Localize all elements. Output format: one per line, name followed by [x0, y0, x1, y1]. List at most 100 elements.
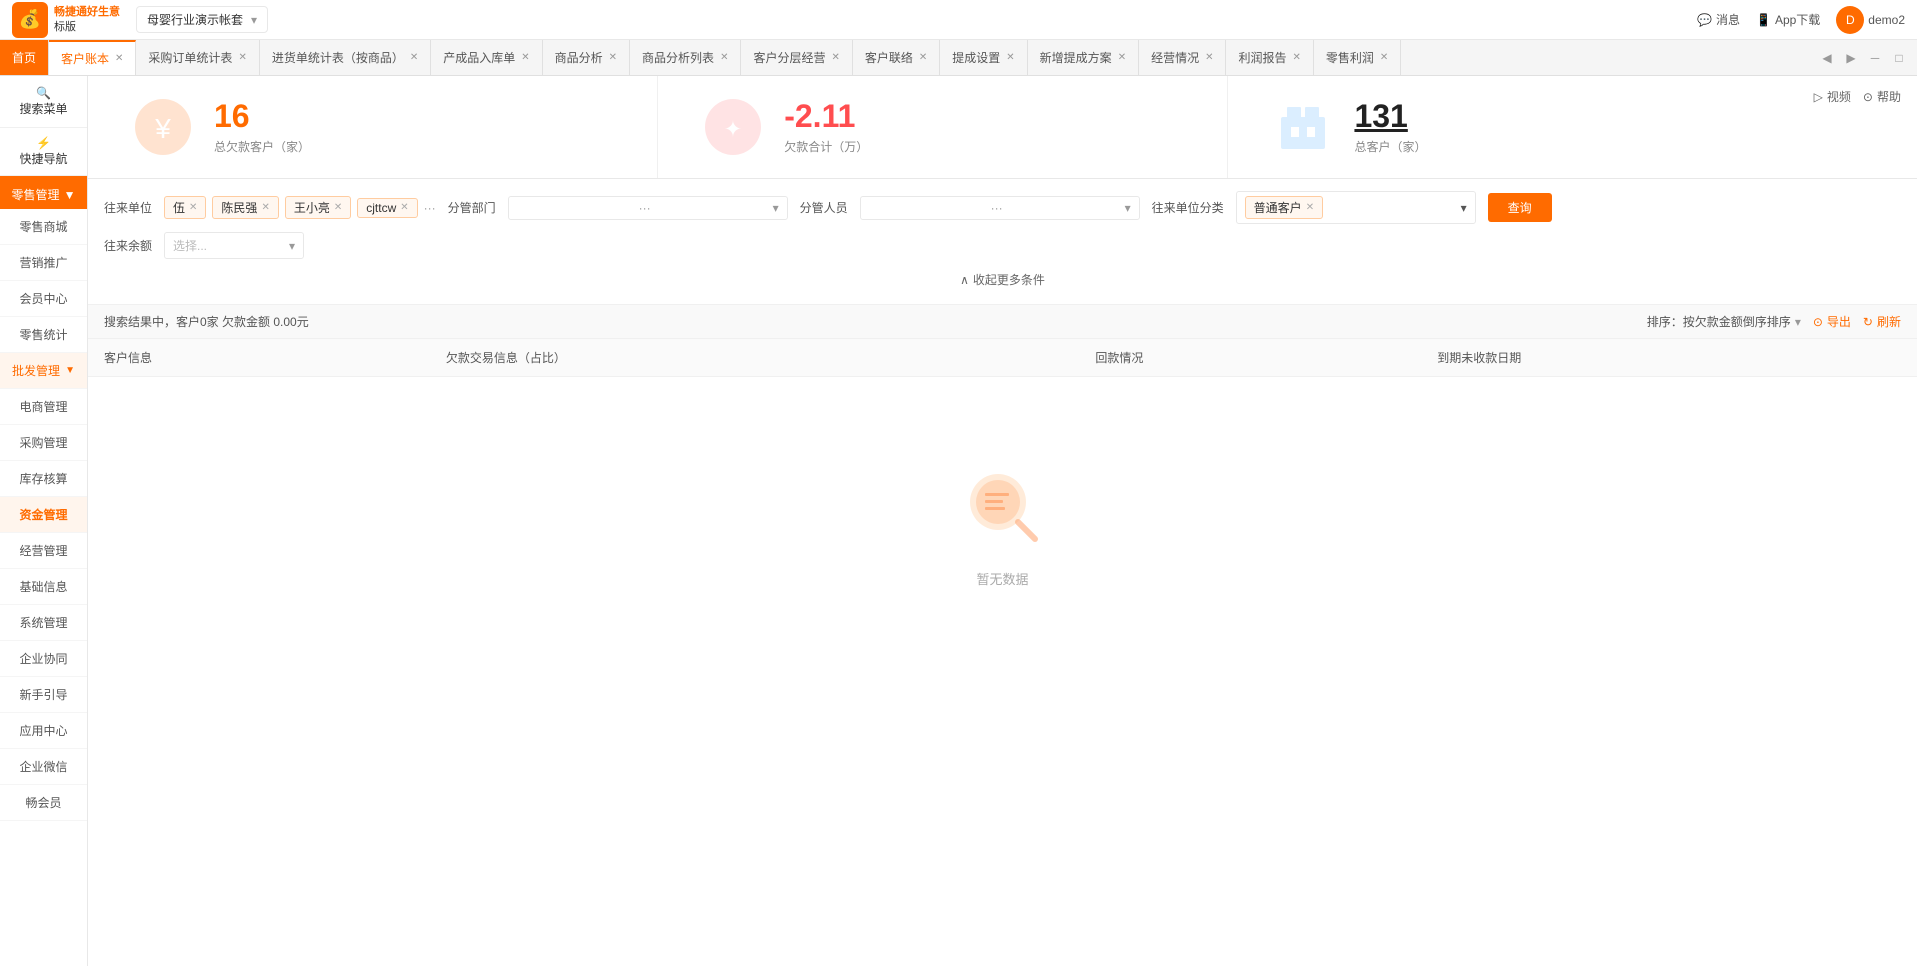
sidebar-item-app-center[interactable]: 应用中心 — [0, 713, 87, 749]
search-menu-button[interactable]: 🔍 搜索菜单 — [0, 76, 87, 128]
refresh-button[interactable]: ↻ 刷新 — [1863, 313, 1901, 330]
sidebar: 🔍 搜索菜单 ⚡ 快捷导航 零售管理 ▼ 零售商城 营销推广 会员 — [0, 76, 88, 966]
data-table: 客户信息 欠款交易信息（占比） 回款情况 到期未收款日期 — [88, 339, 1917, 377]
close-tab-icon[interactable]: ✕ — [115, 53, 123, 64]
sidebar-item-enterprise-wechat[interactable]: 企业微信 — [0, 749, 87, 785]
sidebar-item-member-center[interactable]: 会员中心 — [0, 281, 87, 317]
result-bar: 搜索结果中，客户0家 欠款金额 0.00元 排序：按欠款金额倒序排序 ▾ ⊙ 导… — [88, 305, 1917, 339]
message-icon: 💬 — [1697, 13, 1712, 27]
tab-minimize[interactable]: ─ — [1865, 48, 1885, 68]
sidebar-item-inventory-check[interactable]: 库存核算 — [0, 461, 87, 497]
top-right-actions: ▷ 视频 ⊙ 帮助 — [1798, 76, 1917, 105]
col-repayment: 回款情况 — [1079, 339, 1421, 377]
col-debt-info: 欠款交易信息（占比） — [430, 339, 1080, 377]
tab-scroll-right[interactable]: ▶ — [1841, 48, 1861, 68]
tab-promotion-settings[interactable]: 提成设置 ✕ — [940, 40, 1027, 76]
unit-class-selector[interactable]: 普通客户 ✕ ▾ — [1236, 191, 1476, 224]
stat-units-number: 131 — [1354, 99, 1426, 134]
sidebar-item-purchase-mgmt[interactable]: 采购管理 — [0, 425, 87, 461]
tab-purchase-order-stats[interactable]: 采购订单统计表 ✕ — [136, 40, 259, 76]
remove-tag-chen[interactable]: ✕ — [261, 202, 269, 213]
close-tab-icon[interactable]: ✕ — [1293, 52, 1301, 63]
stat-units-label: 总客户（家） — [1354, 138, 1426, 155]
tab-new-promotion-plan[interactable]: 新增提成方案 ✕ — [1028, 40, 1139, 76]
close-tab-icon[interactable]: ✕ — [720, 52, 728, 63]
tab-customer-tier-ops[interactable]: 客户分层经营 ✕ — [741, 40, 852, 76]
export-icon: ⊙ — [1813, 315, 1823, 329]
tab-customer-account[interactable]: 客户账本 ✕ — [49, 40, 136, 76]
query-button[interactable]: 查询 — [1488, 193, 1552, 222]
filter-tag-wang: 王小亮 ✕ — [285, 196, 351, 219]
remove-tag-wu[interactable]: ✕ — [189, 202, 197, 213]
sort-selector[interactable]: 排序：按欠款金额倒序排序 ▾ — [1647, 313, 1801, 330]
unit-label: 往来单位 — [104, 199, 152, 216]
sidebar-item-marketing-promo[interactable]: 营销推广 — [0, 245, 87, 281]
tab-retail-profit[interactable]: 零售利润 ✕ — [1314, 40, 1401, 76]
remove-tag-cjttcw[interactable]: ✕ — [400, 202, 408, 213]
dept-selector[interactable]: ··· ▾ — [508, 196, 788, 220]
sidebar-item-basic-info[interactable]: 基础信息 — [0, 569, 87, 605]
sidebar-item-vip-member[interactable]: 畅会员 — [0, 785, 87, 821]
video-help-button[interactable]: ▷ 视频 — [1814, 88, 1851, 105]
filter-tag-chen: 陈民强 ✕ — [212, 196, 278, 219]
close-tab-icon[interactable]: ✕ — [1205, 52, 1213, 63]
close-tab-icon[interactable]: ✕ — [410, 52, 418, 63]
sidebar-item-wholesale-mgmt[interactable]: 批发管理 ▼ — [0, 353, 87, 389]
close-tab-icon[interactable]: ✕ — [521, 52, 529, 63]
empty-icon — [953, 457, 1053, 557]
export-button[interactable]: ⊙ 导出 — [1813, 313, 1851, 330]
sidebar-item-retail-mall[interactable]: 零售商城 — [0, 209, 87, 245]
sidebar-item-enterprise-collab[interactable]: 企业协同 — [0, 641, 87, 677]
tab-maximize[interactable]: □ — [1889, 48, 1909, 68]
help-icon: ⊙ — [1863, 90, 1873, 104]
avatar: D — [1836, 6, 1864, 34]
close-tab-icon[interactable]: ✕ — [1118, 52, 1126, 63]
stat-debt-number: -2.11 — [784, 99, 868, 134]
svg-text:✦: ✦ — [724, 116, 742, 141]
tab-product-analysis-list[interactable]: 商品分析列表 ✕ — [630, 40, 741, 76]
refresh-icon: ↻ — [1863, 315, 1873, 329]
app-download-button[interactable]: 📱 App下载 — [1756, 11, 1820, 28]
close-tab-icon[interactable]: ✕ — [1006, 52, 1014, 63]
close-tab-icon[interactable]: ✕ — [1380, 52, 1388, 63]
tab-profit-report[interactable]: 利润报告 ✕ — [1226, 40, 1313, 76]
tab-home[interactable]: 首页 — [0, 40, 49, 76]
collapse-filter-button[interactable]: ∧ 收起更多条件 — [948, 267, 1057, 292]
quick-nav-button[interactable]: ⚡ 快捷导航 — [0, 128, 87, 176]
tab-business-status[interactable]: 经营情况 ✕ — [1139, 40, 1226, 76]
stat-units-values: 131 总客户（家） — [1354, 99, 1426, 155]
chevron-up-icon: ∧ — [960, 273, 969, 287]
message-button[interactable]: 💬 消息 — [1697, 11, 1740, 28]
dept-more-icon: ··· — [639, 201, 651, 215]
help-button[interactable]: ⊙ 帮助 — [1863, 88, 1901, 105]
sidebar-item-capital-mgmt[interactable]: 资金管理 — [0, 497, 87, 533]
sidebar-item-ecommerce-mgmt[interactable]: 电商管理 — [0, 389, 87, 425]
workspace-selector[interactable]: 母婴行业演示帐套 ▾ — [136, 6, 268, 33]
balance-selector[interactable]: 选择... ▾ — [164, 232, 304, 259]
tab-product-inbound[interactable]: 产成品入库单 ✕ — [431, 40, 542, 76]
remove-tag-normal-customer[interactable]: ✕ — [1306, 202, 1314, 213]
user-avatar[interactable]: D demo2 — [1836, 6, 1905, 34]
remove-tag-wang[interactable]: ✕ — [334, 202, 342, 213]
sidebar-item-new-user-guide[interactable]: 新手引导 — [0, 677, 87, 713]
tab-customer-contact[interactable]: 客户联络 ✕ — [853, 40, 940, 76]
close-tab-icon[interactable]: ✕ — [919, 52, 927, 63]
close-tab-icon[interactable]: ✕ — [831, 52, 839, 63]
sidebar-section-retail[interactable]: 零售管理 ▼ — [0, 176, 87, 209]
sidebar-item-operations-mgmt[interactable]: 经营管理 — [0, 533, 87, 569]
stat-total-customers: ¥ 16 总欠款客户（家） — [88, 76, 658, 178]
tab-product-analysis[interactable]: 商品分析 ✕ — [543, 40, 630, 76]
collapse-row: ∧ 收起更多条件 — [104, 267, 1901, 292]
sidebar-item-system-mgmt[interactable]: 系统管理 — [0, 605, 87, 641]
dept-label: 分管部门 — [448, 199, 496, 216]
tab-stock-stats-by-product[interactable]: 进货单统计表（按商品） ✕ — [260, 40, 431, 76]
tab-scroll-left[interactable]: ◀ — [1817, 48, 1837, 68]
person-selector[interactable]: ··· ▾ — [860, 196, 1140, 220]
sidebar-item-retail-stats[interactable]: 零售统计 — [0, 317, 87, 353]
play-icon: ▷ — [1814, 90, 1823, 104]
more-tags-button[interactable]: ··· — [424, 201, 436, 215]
close-tab-icon[interactable]: ✕ — [609, 52, 617, 63]
close-tab-icon[interactable]: ✕ — [238, 52, 246, 63]
filter-tag-normal-customer: 普通客户 ✕ — [1245, 196, 1323, 219]
quick-nav-icon: ⚡ — [36, 136, 51, 150]
